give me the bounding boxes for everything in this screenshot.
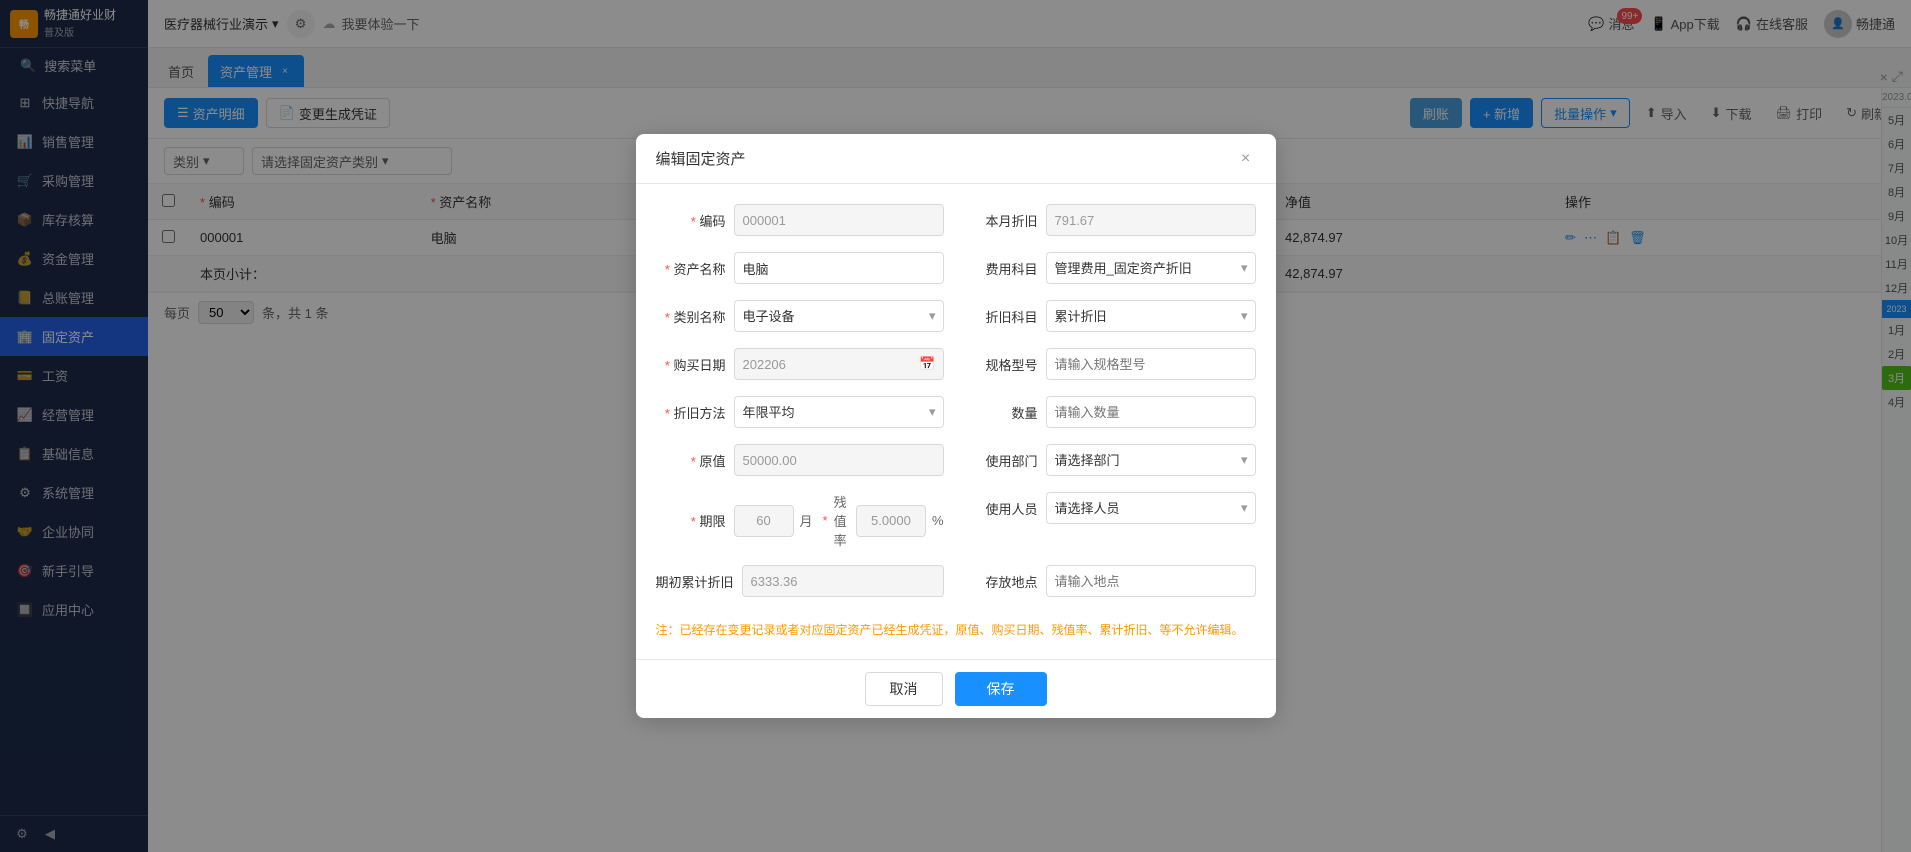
code-label: * 编码 <box>656 211 726 230</box>
residual-rate-label: 残值率 <box>834 492 850 549</box>
user-label: 使用人员 <box>968 499 1038 518</box>
form-row-7: * 期限 月 * 残值率 % 使用人员 <box>656 492 1256 549</box>
period-unit: 月 <box>800 511 813 530</box>
dep-subject-select-wrap: 累计折旧 ▾ <box>1046 300 1256 332</box>
form-item-purchase-date: * 购买日期 📅 <box>656 348 944 380</box>
form-item-user: 使用人员 请选择人员 ▾ <box>968 492 1256 524</box>
code-input[interactable] <box>734 204 944 236</box>
form-item-quantity: 数量 <box>968 396 1256 428</box>
period-input[interactable] <box>734 505 794 537</box>
period-residual-inline: 月 * 残值率 % <box>734 492 944 549</box>
dep-method-select-wrap: 年限平均 ▾ <box>734 396 944 428</box>
dep-subject-label: 折旧科目 <box>968 307 1038 326</box>
modal-note: 注：已经存在变更记录或者对应固定资产已经生成凭证，原值、购买日期、残值率、累计折… <box>656 613 1256 639</box>
form-item-name: * 资产名称 <box>656 252 944 284</box>
form-item-code: * 编码 <box>656 204 944 236</box>
quantity-input[interactable] <box>1046 396 1256 428</box>
edit-asset-modal: 编辑固定资产 × * 编码 本月折旧 <box>636 134 1276 718</box>
location-label: 存放地点 <box>968 572 1038 591</box>
period-label: * 期限 <box>656 511 726 530</box>
category-select[interactable]: 电子设备 <box>734 300 944 332</box>
save-btn[interactable]: 保存 <box>955 672 1047 706</box>
form-item-expense-subject: 费用科目 管理费用_固定资产折旧 ▾ <box>968 252 1256 284</box>
modal-close-btn[interactable]: × <box>1236 149 1256 169</box>
monthly-dep-input[interactable] <box>1046 204 1256 236</box>
purchase-date-input[interactable] <box>734 348 944 380</box>
cancel-btn[interactable]: 取消 <box>865 672 943 706</box>
category-label: * 类别名称 <box>656 307 726 326</box>
form-item-dep-subject: 折旧科目 累计折旧 ▾ <box>968 300 1256 332</box>
expense-subject-label: 费用科目 <box>968 259 1038 278</box>
form-item-original-value: * 原值 <box>656 444 944 476</box>
residual-rate-unit: % <box>932 513 944 528</box>
form-row-6: * 原值 使用部门 请选择部门 ▾ <box>656 444 1256 476</box>
residual-rate-input[interactable] <box>856 505 926 537</box>
department-select[interactable]: 请选择部门 <box>1046 444 1256 476</box>
user-select[interactable]: 请选择人员 <box>1046 492 1256 524</box>
modal-title: 编辑固定资产 <box>656 148 746 169</box>
form-item-initial-dep: 期初累计折旧 <box>656 565 944 597</box>
modal-overlay: 编辑固定资产 × * 编码 本月折旧 <box>0 0 1911 852</box>
initial-dep-input[interactable] <box>742 565 944 597</box>
dep-subject-select[interactable]: 累计折旧 <box>1046 300 1256 332</box>
expense-subject-select-wrap: 管理费用_固定资产折旧 ▾ <box>1046 252 1256 284</box>
department-select-wrap: 请选择部门 ▾ <box>1046 444 1256 476</box>
original-value-input[interactable] <box>734 444 944 476</box>
purchase-date-label: * 购买日期 <box>656 355 726 374</box>
location-input[interactable] <box>1046 565 1256 597</box>
quantity-label: 数量 <box>968 403 1038 422</box>
spec-label: 规格型号 <box>968 355 1038 374</box>
dep-method-select[interactable]: 年限平均 <box>734 396 944 428</box>
form-row-2: * 资产名称 费用科目 管理费用_固定资产折旧 ▾ <box>656 252 1256 284</box>
dep-method-label: * 折旧方法 <box>656 403 726 422</box>
modal-header: 编辑固定资产 × <box>636 134 1276 184</box>
form-item-spec: 规格型号 <box>968 348 1256 380</box>
category-select-wrap: 电子设备 ▾ <box>734 300 944 332</box>
modal-body: * 编码 本月折旧 * 资产名称 <box>636 184 1276 659</box>
form-row-8: 期初累计折旧 存放地点 <box>656 565 1256 597</box>
expense-subject-select[interactable]: 管理费用_固定资产折旧 <box>1046 252 1256 284</box>
spec-input[interactable] <box>1046 348 1256 380</box>
calendar-icon: 📅 <box>919 356 935 372</box>
form-item-monthly-dep: 本月折旧 <box>968 204 1256 236</box>
form-item-period: * 期限 月 * 残值率 % <box>656 492 944 549</box>
form-item-location: 存放地点 <box>968 565 1256 597</box>
original-value-label: * 原值 <box>656 451 726 470</box>
modal-footer: 取消 保存 <box>636 659 1276 718</box>
form-item-department: 使用部门 请选择部门 ▾ <box>968 444 1256 476</box>
form-row-5: * 折旧方法 年限平均 ▾ 数量 <box>656 396 1256 428</box>
user-select-wrap: 请选择人员 ▾ <box>1046 492 1256 524</box>
form-row-3: * 类别名称 电子设备 ▾ 折旧科目 累计折旧 <box>656 300 1256 332</box>
name-input[interactable] <box>734 252 944 284</box>
name-label: * 资产名称 <box>656 259 726 278</box>
department-label: 使用部门 <box>968 451 1038 470</box>
form-item-dep-method: * 折旧方法 年限平均 ▾ <box>656 396 944 428</box>
form-row-4: * 购买日期 📅 规格型号 <box>656 348 1256 380</box>
initial-dep-label: 期初累计折旧 <box>656 572 734 591</box>
form-item-category: * 类别名称 电子设备 ▾ <box>656 300 944 332</box>
form-row-1: * 编码 本月折旧 <box>656 204 1256 236</box>
purchase-date-wrap: 📅 <box>734 348 944 380</box>
monthly-dep-label: 本月折旧 <box>968 211 1038 230</box>
